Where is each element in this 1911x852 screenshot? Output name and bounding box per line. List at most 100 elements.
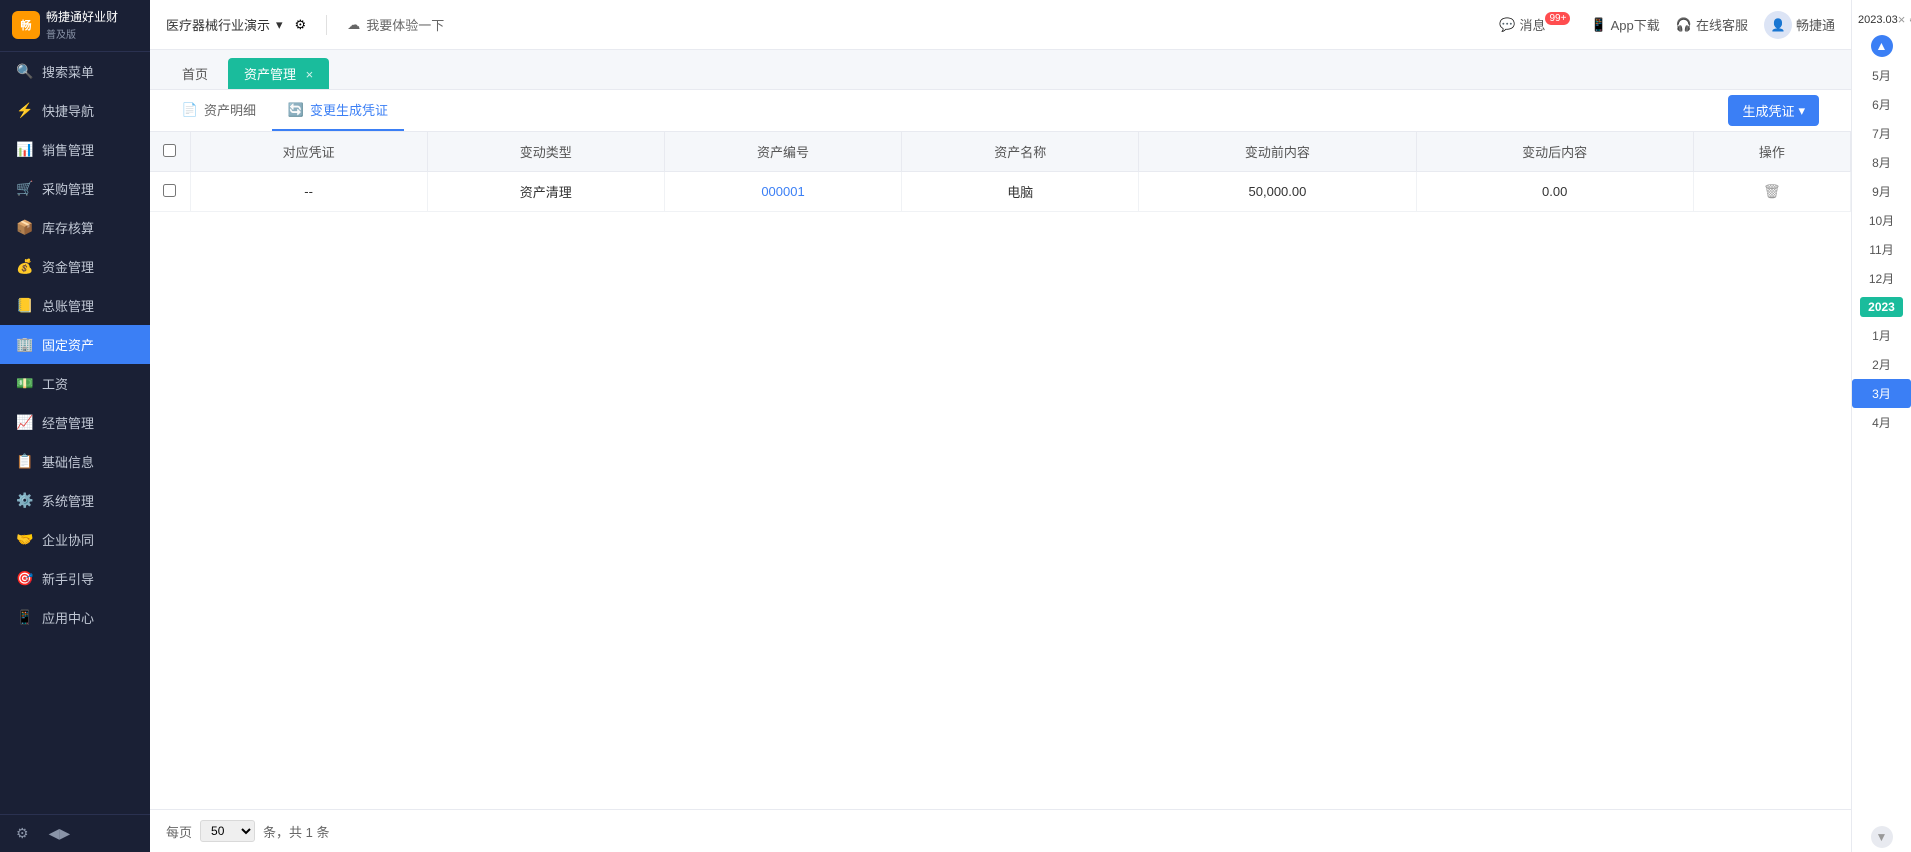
sidebar-item-purchase[interactable]: 🛒采购管理 bbox=[0, 169, 150, 208]
download-icon: 📱 bbox=[1590, 17, 1606, 33]
sidebar-item-system[interactable]: ⚙️ 系统管理 bbox=[0, 481, 150, 520]
sidebar-item-operations[interactable]: 📈经营管理 bbox=[0, 403, 150, 442]
cell-after-change: 0.00 bbox=[1416, 172, 1693, 212]
month-item[interactable]: 5月 bbox=[1852, 61, 1911, 90]
sidebar-item-label: 销售管理 bbox=[42, 140, 94, 159]
sidebar: 畅 畅捷通好业财 普及版 🔍搜索菜单⚡快捷导航📊销售管理🛒采购管理📦库存核算💰资… bbox=[0, 0, 150, 852]
month-item[interactable]: 12月 bbox=[1852, 264, 1911, 293]
table-wrap: 对应凭证 变动类型 资产编号 资产名称 变动前内容 变动后内容 操作 -- 资产… bbox=[150, 132, 1851, 809]
sidebar-scroll: 🔍搜索菜单⚡快捷导航📊销售管理🛒采购管理📦库存核算💰资金管理 📒 总账管理 🏢 固定资产… bbox=[0, 52, 150, 814]
month-list: 5月6月7月8月9月10月11月12月 2023 1月2月3月4月 bbox=[1852, 61, 1911, 822]
sidebar-item-label: 系统管理 bbox=[42, 491, 94, 510]
tab-change-voucher-label: 变更生成凭证 bbox=[310, 100, 388, 119]
message-badge: 99+ bbox=[1545, 12, 1570, 25]
tab-close-icon[interactable]: × bbox=[306, 67, 314, 82]
per-page-select[interactable]: 50 10 20 100 bbox=[200, 820, 255, 842]
month-item[interactable]: 4月 bbox=[1852, 408, 1911, 437]
cell-change-type: 资产清理 bbox=[427, 172, 664, 212]
month-item[interactable]: 11月 bbox=[1852, 235, 1911, 264]
sidebar-item-app_center[interactable]: 📱应用中心 bbox=[0, 598, 150, 637]
month-item[interactable]: 7月 bbox=[1852, 119, 1911, 148]
month-item[interactable]: 10月 bbox=[1852, 206, 1911, 235]
sidebar-item-label: 快捷导航 bbox=[42, 101, 94, 120]
tab-change-voucher[interactable]: 🔄 变更生成凭证 bbox=[272, 90, 404, 131]
th-checkbox bbox=[150, 132, 190, 172]
funds-icon: 💰 bbox=[16, 257, 34, 275]
payroll-icon: 💵 bbox=[16, 374, 34, 392]
active-tab-label: 资产管理 bbox=[244, 67, 296, 82]
topbar-right: 💬 消息 99+ 📱 App下载 🎧 在线客服 👤 畅捷通 bbox=[1499, 11, 1835, 39]
month-item[interactable]: 9月 bbox=[1852, 177, 1911, 206]
sidebar-item-sales[interactable]: 📊销售管理 bbox=[0, 130, 150, 169]
home-tab[interactable]: 首页 bbox=[166, 58, 224, 89]
content-area: 📄 资产明细 🔄 变更生成凭证 生成凭证 ▾ bbox=[150, 90, 1851, 852]
scroll-down-button[interactable]: ▼ bbox=[1871, 826, 1893, 848]
settings-icon[interactable]: ⚙ bbox=[16, 825, 29, 842]
side-panel-close-icon[interactable]: × bbox=[1898, 12, 1906, 27]
generate-voucher-button[interactable]: 生成凭证 ▾ bbox=[1728, 95, 1819, 126]
th-after-change: 变动后内容 bbox=[1416, 132, 1693, 172]
headset-icon: 🎧 bbox=[1676, 17, 1692, 33]
message-button[interactable]: 💬 消息 99+ bbox=[1499, 15, 1574, 34]
cell-voucher: -- bbox=[190, 172, 427, 212]
sidebar-item-inventory[interactable]: 📦库存核算 bbox=[0, 208, 150, 247]
sidebar-item-label: 固定资产 bbox=[42, 335, 94, 354]
cell-before-change: 50,000.00 bbox=[1139, 172, 1416, 212]
fixed_assets-icon: 🏢 bbox=[16, 335, 34, 353]
message-label: 消息 bbox=[1519, 15, 1545, 34]
sidebar-item-ledger[interactable]: 📒 总账管理 bbox=[0, 286, 150, 325]
app-download-label: App下载 bbox=[1611, 15, 1660, 34]
sidebar-item-label: 工资 bbox=[42, 374, 68, 393]
sidebar-item-guide[interactable]: 🎯 新手引导 bbox=[0, 559, 150, 598]
asset-management-tab[interactable]: 资产管理 × bbox=[228, 58, 329, 89]
sidebar-item-payroll[interactable]: 💵 工资 bbox=[0, 364, 150, 403]
logo-text-wrap: 畅捷通好业财 普及版 bbox=[46, 10, 118, 41]
sidebar-item-search[interactable]: 🔍搜索菜单 bbox=[0, 52, 150, 91]
sidebar-item-label: 总账管理 bbox=[42, 296, 94, 315]
customer-service-button[interactable]: 🎧 在线客服 bbox=[1676, 15, 1748, 34]
customer-service-label: 在线客服 bbox=[1696, 15, 1748, 34]
month-item-current[interactable]: 3月 bbox=[1852, 379, 1911, 408]
month-item[interactable]: 6月 bbox=[1852, 90, 1911, 119]
month-item[interactable]: 1月 bbox=[1852, 321, 1911, 350]
ledger-icon: 📒 bbox=[16, 296, 34, 314]
side-panel-header: 2023.03 × ⤢ bbox=[1852, 8, 1911, 31]
sidebar-item-funds[interactable]: 💰资金管理 bbox=[0, 247, 150, 286]
collapse-icon[interactable]: ◀▶ bbox=[49, 825, 71, 842]
company-selector[interactable]: 医疗器械行业演示 ▾ bbox=[166, 15, 283, 34]
cell-asset-no: 000001 bbox=[664, 172, 901, 212]
th-before-change: 变动前内容 bbox=[1139, 132, 1416, 172]
month-item[interactable]: 8月 bbox=[1852, 148, 1911, 177]
user-label: 畅捷通 bbox=[1796, 15, 1835, 34]
app-download-button[interactable]: 📱 App下载 bbox=[1590, 15, 1659, 34]
th-voucher: 对应凭证 bbox=[190, 132, 427, 172]
sidebar-item-basic_info[interactable]: 📋基础信息 bbox=[0, 442, 150, 481]
year-label-2023: 2023 bbox=[1860, 297, 1903, 317]
sidebar-item-enterprise[interactable]: 🤝 企业协同 bbox=[0, 520, 150, 559]
enterprise-icon: 🤝 bbox=[16, 530, 34, 548]
dropdown-arrow-icon: ▾ bbox=[276, 17, 283, 33]
total-label: 条，共 1 条 bbox=[263, 822, 329, 841]
select-all-checkbox[interactable] bbox=[163, 144, 176, 157]
trial-button[interactable]: ☁ 我要体验一下 bbox=[347, 15, 444, 34]
sidebar-logo: 畅 畅捷通好业财 普及版 bbox=[0, 0, 150, 52]
sidebar-item-label: 企业协同 bbox=[42, 530, 94, 549]
sidebar-item-label: 新手引导 bbox=[42, 569, 94, 588]
user-info[interactable]: 👤 畅捷通 bbox=[1764, 11, 1835, 39]
row-checkbox[interactable] bbox=[163, 184, 176, 197]
delete-icon[interactable]: 🗑 bbox=[1763, 183, 1781, 199]
company-name: 医疗器械行业演示 bbox=[166, 15, 270, 34]
system-icon: ⚙️ bbox=[16, 491, 34, 509]
search-icon: 🔍 bbox=[16, 62, 34, 80]
th-action: 操作 bbox=[1693, 132, 1850, 172]
guide-icon: 🎯 bbox=[16, 569, 34, 587]
settings-gear-icon[interactable]: ⚙ bbox=[295, 17, 307, 33]
sidebar-item-quicknav[interactable]: ⚡快捷导航 bbox=[0, 91, 150, 130]
month-item[interactable]: 2月 bbox=[1852, 350, 1911, 379]
app-version: 普及版 bbox=[46, 26, 118, 41]
tab-asset-detail[interactable]: 📄 资产明细 bbox=[166, 90, 272, 131]
sidebar-item-fixed_assets[interactable]: 🏢 固定资产 bbox=[0, 325, 150, 364]
main-area: 医疗器械行业演示 ▾ ⚙ ☁ 我要体验一下 💬 消息 99+ 📱 App下载 🎧… bbox=[150, 0, 1851, 852]
scroll-up-button[interactable]: ▲ bbox=[1871, 35, 1893, 57]
generate-dropdown-icon: ▾ bbox=[1798, 103, 1805, 119]
